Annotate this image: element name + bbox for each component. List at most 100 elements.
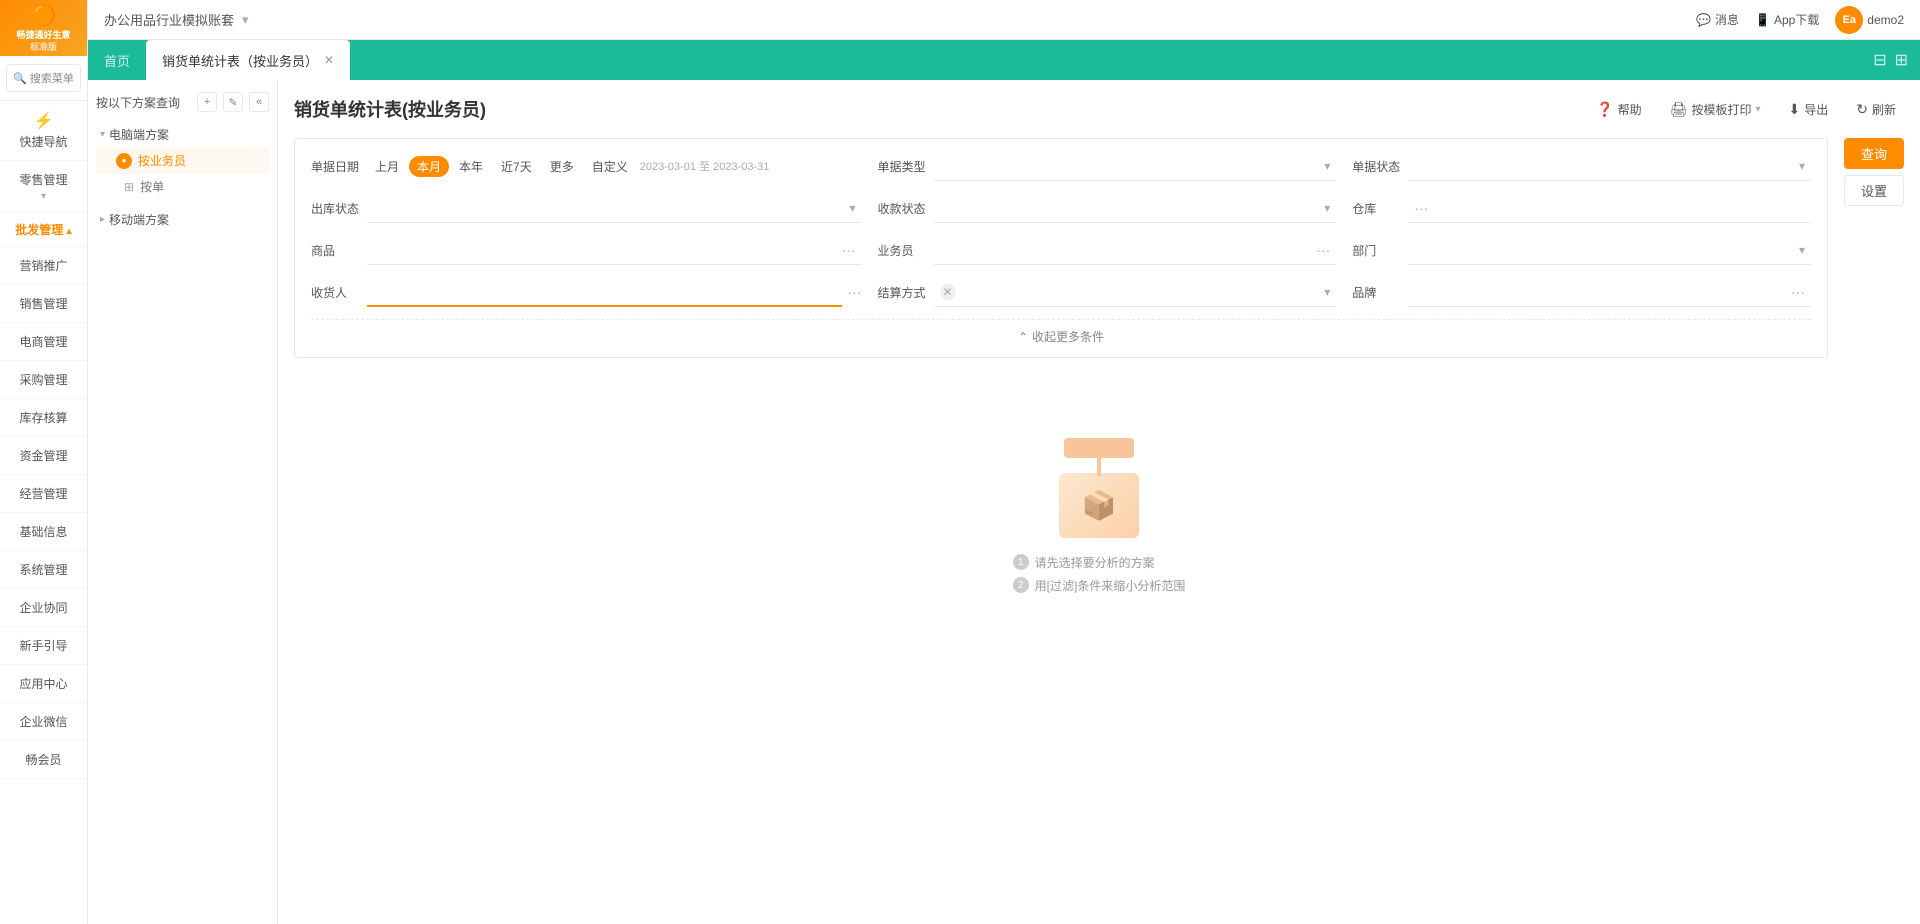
hint-number-2: 2 bbox=[1013, 577, 1029, 593]
brand-select[interactable]: ··· bbox=[1408, 277, 1811, 307]
sidebar-item-enterprise[interactable]: 企业协同 bbox=[0, 589, 87, 627]
ship-dropdown-icon: ▾ bbox=[849, 201, 855, 215]
product-filter-item: 商品 ··· bbox=[311, 235, 862, 265]
collapse-icon: ⌃ bbox=[1018, 330, 1028, 344]
user-profile[interactable]: Ea demo2 bbox=[1835, 6, 1904, 34]
dropdown-icon[interactable]: ▾ bbox=[242, 12, 249, 28]
operations-label: 经营管理 bbox=[4, 485, 83, 502]
scheme-panel-actions: + ✎ « bbox=[197, 92, 269, 112]
print-label: 按模板打印 bbox=[1691, 101, 1751, 118]
active-scheme-dot: ● bbox=[116, 153, 132, 169]
tab-home-label: 首页 bbox=[104, 51, 130, 70]
scheme-salesperson-label: 按业务员 bbox=[138, 152, 186, 169]
consignee-dots[interactable]: ··· bbox=[848, 284, 862, 300]
ecommerce-label: 电商管理 bbox=[4, 333, 83, 350]
search-button[interactable]: 🔍 搜索菜单 bbox=[6, 64, 81, 92]
sidebar-item-quick-nav[interactable]: ⚡ 快捷导航 bbox=[0, 101, 87, 161]
salesperson-dots: ··· bbox=[1316, 242, 1330, 258]
page-title: 销货单统计表(按业务员) bbox=[294, 96, 486, 122]
date-tab-last-month[interactable]: 上月 bbox=[367, 156, 407, 177]
sidebar-item-membership[interactable]: 畅会员 bbox=[0, 741, 87, 779]
date-tab-more[interactable]: 更多 bbox=[542, 156, 582, 177]
settings-button[interactable]: 设置 bbox=[1844, 175, 1904, 206]
ship-select[interactable]: ▾ bbox=[367, 193, 862, 223]
sub-scheme-item[interactable]: ⊞ 按单 bbox=[96, 174, 269, 199]
payment-method-select[interactable]: ✕ ▾ bbox=[934, 277, 1337, 307]
export-button[interactable]: ⬇ 导出 bbox=[1781, 97, 1837, 122]
export-label: 导出 bbox=[1804, 101, 1828, 118]
date-tab-this-month[interactable]: 本月 bbox=[409, 156, 449, 177]
membership-label: 畅会员 bbox=[4, 751, 83, 768]
tab-sales-report-label: 销货单统计表（按业务员） bbox=[162, 51, 318, 70]
edit-scheme-button[interactable]: ✎ bbox=[223, 92, 243, 112]
warehouse-dots: ··· bbox=[1414, 200, 1428, 216]
sidebar-item-newbie[interactable]: 新手引导 bbox=[0, 627, 87, 665]
salesperson-select[interactable]: ··· bbox=[934, 235, 1337, 265]
logo-subtext: 标准版 bbox=[30, 40, 57, 53]
desktop-scheme-group: ▾ 电脑端方案 ● 按业务员 ⊞ 按单 bbox=[96, 122, 269, 199]
payment-method-filter-item: 结算方式 ✕ ▾ bbox=[878, 277, 1337, 307]
avatar: Ea bbox=[1835, 6, 1863, 34]
sidebar-item-inventory[interactable]: 库存核算 bbox=[0, 399, 87, 437]
sidebar-item-marketing[interactable]: 营销推广 bbox=[0, 247, 87, 285]
date-tab-7days[interactable]: 近7天 bbox=[493, 156, 540, 177]
tab-home[interactable]: 首页 bbox=[88, 40, 146, 80]
sidebar-item-wholesale[interactable]: 批发管理 ▴ bbox=[0, 213, 87, 247]
hint-number-1: 1 bbox=[1013, 554, 1029, 570]
sidebar-item-purchase[interactable]: 采购管理 bbox=[0, 361, 87, 399]
sidebar-item-zero-retail[interactable]: 零售管理 ▾ bbox=[0, 161, 87, 213]
zero-retail-label: 零售管理 bbox=[4, 171, 83, 188]
payment-label: 收款状态 bbox=[878, 200, 928, 217]
status-select[interactable]: ▾ bbox=[1408, 151, 1811, 181]
date-tab-custom[interactable]: 自定义 bbox=[584, 156, 636, 177]
type-select[interactable]: ▾ bbox=[934, 151, 1337, 181]
collapse-button[interactable]: ⌃ 收起更多条件 bbox=[1018, 328, 1104, 345]
query-button[interactable]: 查询 bbox=[1844, 138, 1904, 169]
refresh-button[interactable]: ↻ 刷新 bbox=[1848, 97, 1904, 122]
sidebar-item-app-center[interactable]: 应用中心 bbox=[0, 665, 87, 703]
app-download-button[interactable]: 📱 App下载 bbox=[1755, 11, 1819, 28]
payment-select[interactable]: ▾ bbox=[934, 193, 1337, 223]
warehouse-select[interactable]: ··· bbox=[1408, 193, 1811, 223]
add-scheme-button[interactable]: + bbox=[197, 92, 217, 112]
topbar-left: 办公用品行业模拟账套 ▾ bbox=[104, 10, 249, 29]
dept-select[interactable]: ▾ bbox=[1408, 235, 1811, 265]
help-icon: ❓ bbox=[1596, 101, 1613, 118]
logo-text: 畅捷通好生意 bbox=[16, 30, 70, 41]
filter-row-3: 商品 ··· 业务员 ··· bbox=[311, 235, 1811, 265]
product-select[interactable]: ··· bbox=[367, 235, 862, 265]
empty-state: 📦 1 请先选择要分析的方案 2 用[过滤]条件来缩小分析范围 bbox=[294, 358, 1904, 680]
print-dropdown-icon[interactable]: ▾ bbox=[1755, 104, 1760, 115]
page-actions: ❓ 帮助 🖨 按模板打印 ▾ ⬇ 导出 ↻ 刷新 bbox=[1588, 97, 1904, 122]
sub-scheme-icon: ⊞ bbox=[124, 180, 134, 194]
tab-close-icon[interactable]: ✕ bbox=[324, 53, 334, 67]
desktop-group-header[interactable]: ▾ 电脑端方案 bbox=[96, 122, 269, 147]
sidebar-item-finance[interactable]: 资金管理 bbox=[0, 437, 87, 475]
mobile-group-header[interactable]: ▸ 移动端方案 bbox=[96, 207, 269, 232]
tab-sales-report[interactable]: 销货单统计表（按业务员） ✕ bbox=[146, 40, 350, 80]
clear-payment-method-button[interactable]: ✕ bbox=[940, 284, 956, 300]
help-button[interactable]: ❓ 帮助 bbox=[1588, 97, 1649, 122]
consignee-input[interactable] bbox=[367, 277, 842, 307]
dept-label: 部门 bbox=[1352, 242, 1402, 259]
tab-maximize-icon[interactable]: ⊞ bbox=[1895, 50, 1908, 70]
collapse-bar: ⌃ 收起更多条件 bbox=[311, 319, 1811, 345]
scheme-item-salesperson[interactable]: ● 按业务员 bbox=[96, 147, 269, 174]
username: demo2 bbox=[1867, 13, 1904, 27]
sidebar-item-wechat[interactable]: 企业微信 bbox=[0, 703, 87, 741]
refresh-label: 刷新 bbox=[1872, 101, 1896, 118]
print-button[interactable]: 🖨 按模板打印 ▾ bbox=[1662, 97, 1769, 122]
sidebar-item-basic[interactable]: 基础信息 bbox=[0, 513, 87, 551]
wechat-label: 企业微信 bbox=[4, 713, 83, 730]
sidebar-item-operations[interactable]: 经营管理 bbox=[0, 475, 87, 513]
payment-dropdown-icon: ▾ bbox=[1324, 201, 1330, 215]
sidebar-item-system[interactable]: 系统管理 bbox=[0, 551, 87, 589]
sidebar-item-ecommerce[interactable]: 电商管理 bbox=[0, 323, 87, 361]
date-tab-this-year[interactable]: 本年 bbox=[451, 156, 491, 177]
messages-button[interactable]: 💬 消息 bbox=[1696, 11, 1739, 28]
app-center-label: 应用中心 bbox=[4, 675, 83, 692]
tab-minimize-icon[interactable]: ⊟ bbox=[1873, 50, 1886, 70]
topbar-right: 💬 消息 📱 App下载 Ea demo2 bbox=[1696, 6, 1904, 34]
collapse-panel-button[interactable]: « bbox=[249, 92, 269, 112]
sidebar-item-sales[interactable]: 销售管理 bbox=[0, 285, 87, 323]
